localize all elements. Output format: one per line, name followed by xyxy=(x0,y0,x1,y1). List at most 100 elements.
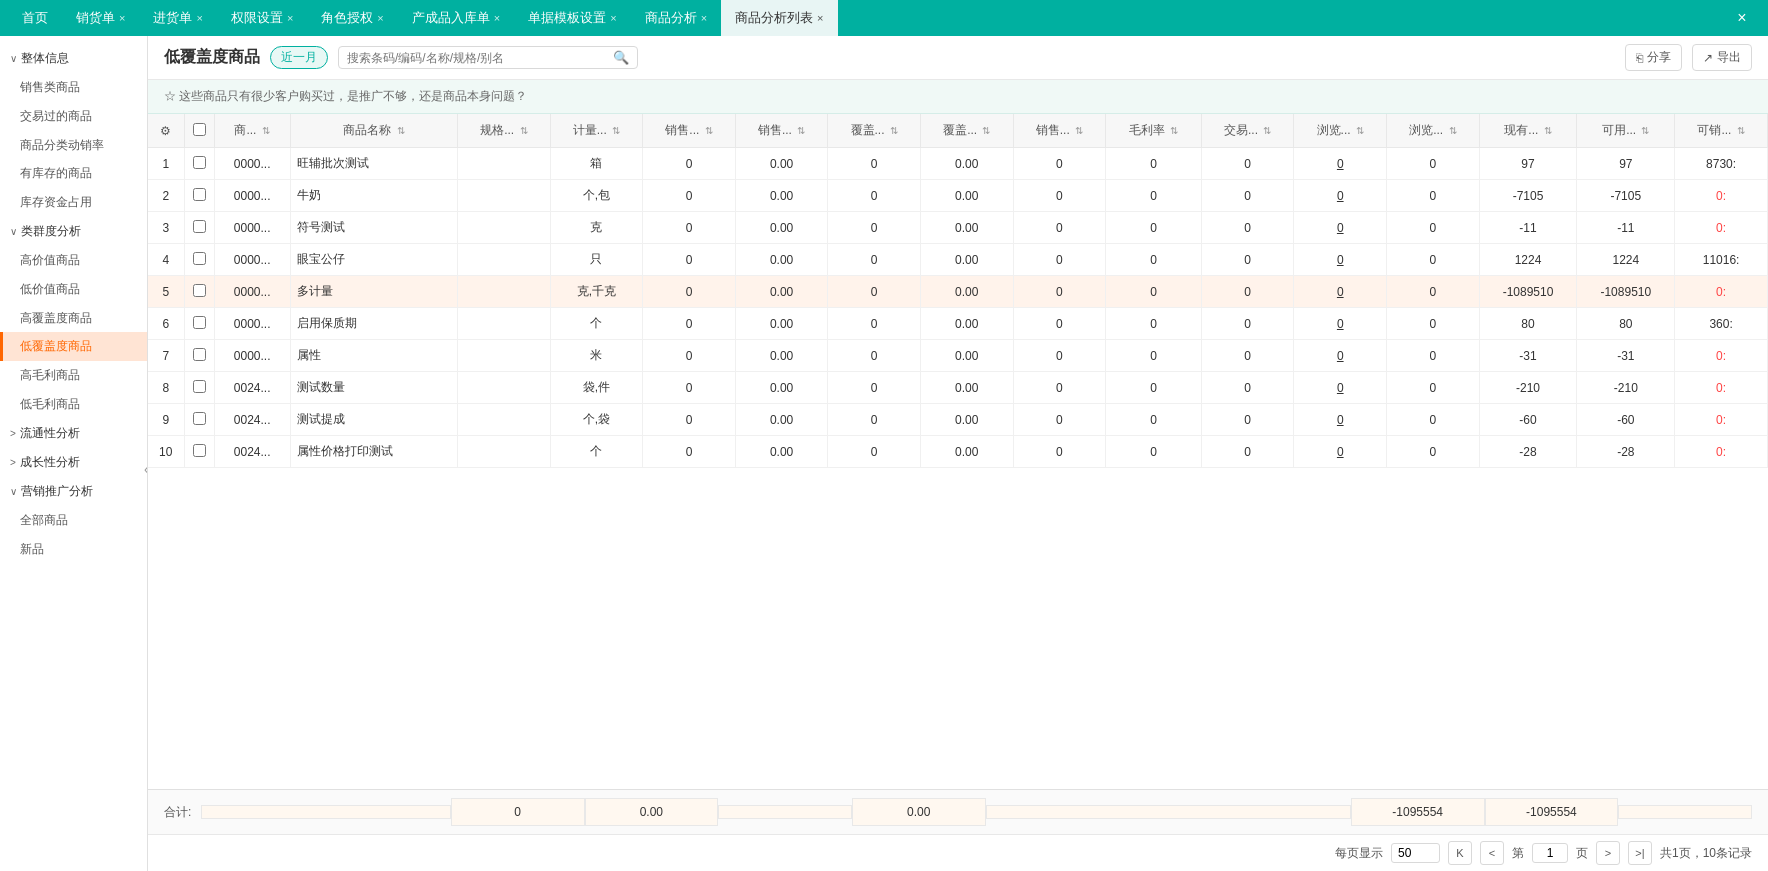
sidebar-item-all-products[interactable]: 全部商品 xyxy=(0,506,147,535)
nav-close-analysis[interactable]: × xyxy=(701,0,707,36)
th-sales3[interactable]: 销售... ⇅ xyxy=(1013,114,1106,148)
row-browse1[interactable]: 0 xyxy=(1294,372,1387,404)
th-sales-qty[interactable]: 销售... ⇅ xyxy=(643,114,736,148)
nav-finished-goods[interactable]: 产成品入库单 × xyxy=(398,0,514,36)
nav-home[interactable]: 首页 xyxy=(8,0,62,36)
sidebar-section-overall[interactable]: ∨ 整体信息 xyxy=(0,44,147,73)
th-spec[interactable]: 规格... ⇅ xyxy=(458,114,551,148)
row-browse1[interactable]: 0 xyxy=(1294,436,1387,468)
sidebar-item-high-value[interactable]: 高价值商品 xyxy=(0,246,147,275)
nav-close-analysis-list[interactable]: × xyxy=(817,0,823,36)
row-checkbox-cell[interactable] xyxy=(184,276,214,308)
prev-page-button[interactable]: < xyxy=(1480,841,1504,865)
page-size-select[interactable]: 50 20 100 xyxy=(1391,843,1440,863)
row-checkbox-cell[interactable] xyxy=(184,436,214,468)
th-saleable[interactable]: 可销... ⇅ xyxy=(1675,114,1768,148)
row-browse1[interactable]: 0 xyxy=(1294,244,1387,276)
export-button[interactable]: ↗ 导出 xyxy=(1692,44,1752,71)
th-name[interactable]: 商品名称 ⇅ xyxy=(290,114,457,148)
sidebar-item-stock-capital[interactable]: 库存资金占用 xyxy=(0,188,147,217)
nav-product-analysis-list[interactable]: 商品分析列表 × xyxy=(721,0,837,36)
sidebar-item-sales-products[interactable]: 销售类商品 xyxy=(0,73,147,102)
row-checkbox-cell[interactable] xyxy=(184,372,214,404)
th-profit-rate[interactable]: 毛利率 ⇅ xyxy=(1106,114,1202,148)
select-all-checkbox[interactable] xyxy=(193,123,206,136)
nav-permission-settings[interactable]: 权限设置 × xyxy=(217,0,307,36)
last-page-button[interactable]: >| xyxy=(1628,841,1652,865)
sidebar-section-marketing[interactable]: ∨ 营销推广分析 xyxy=(0,477,147,506)
row-checkbox[interactable] xyxy=(193,348,206,361)
nav-close-template[interactable]: × xyxy=(610,0,616,36)
row-browse1[interactable]: 0 xyxy=(1294,148,1387,180)
sidebar-item-high-profit[interactable]: 高毛利商品 xyxy=(0,361,147,390)
sidebar-item-category-turnover[interactable]: 商品分类动销率 xyxy=(0,131,147,160)
row-browse1[interactable]: 0 xyxy=(1294,212,1387,244)
th-cover1[interactable]: 覆盖... ⇅ xyxy=(828,114,921,148)
nav-purchase-order[interactable]: 进货单 × xyxy=(139,0,216,36)
th-trade[interactable]: 交易... ⇅ xyxy=(1201,114,1294,148)
search-input[interactable] xyxy=(347,51,609,65)
row-browse1[interactable]: 0 xyxy=(1294,404,1387,436)
th-code[interactable]: 商... ⇅ xyxy=(214,114,290,148)
row-browse1[interactable]: 0 xyxy=(1294,340,1387,372)
sidebar-collapse-button[interactable]: « xyxy=(138,454,148,484)
nav-template-settings[interactable]: 单据模板设置 × xyxy=(514,0,630,36)
sidebar-item-low-value[interactable]: 低价值商品 xyxy=(0,275,147,304)
nav-close-permission[interactable]: × xyxy=(287,0,293,36)
row-checkbox-cell[interactable] xyxy=(184,244,214,276)
th-current-stock[interactable]: 现有... ⇅ xyxy=(1479,114,1577,148)
nav-close-role[interactable]: × xyxy=(377,0,383,36)
row-saleable: 11016: xyxy=(1675,244,1768,276)
nav-role-auth[interactable]: 角色授权 × xyxy=(307,0,397,36)
row-browse1[interactable]: 0 xyxy=(1294,180,1387,212)
row-checkbox[interactable] xyxy=(193,188,206,201)
row-browse1[interactable]: 0 xyxy=(1294,308,1387,340)
nav-sales-order[interactable]: 销货单 × xyxy=(62,0,139,36)
sidebar-item-low-profit[interactable]: 低毛利商品 xyxy=(0,390,147,419)
window-close-button[interactable]: × xyxy=(1724,0,1760,36)
row-checkbox-cell[interactable] xyxy=(184,148,214,180)
row-checkbox[interactable] xyxy=(193,412,206,425)
row-checkbox[interactable] xyxy=(193,380,206,393)
share-button[interactable]: ⎗ 分享 xyxy=(1625,44,1682,71)
sidebar-item-low-coverage[interactable]: 低覆盖度商品 xyxy=(0,332,147,361)
table-container[interactable]: ⚙ 商... ⇅ 商品名称 ⇅ 规格... ⇅ 计量... ⇅ 销售... ⇅ … xyxy=(148,114,1768,789)
th-browse2[interactable]: 浏览... ⇅ xyxy=(1387,114,1480,148)
row-checkbox-cell[interactable] xyxy=(184,340,214,372)
sidebar-item-traded-products[interactable]: 交易过的商品 xyxy=(0,102,147,131)
row-checkbox[interactable] xyxy=(193,316,206,329)
row-checkbox-cell[interactable] xyxy=(184,212,214,244)
row-checkbox[interactable] xyxy=(193,156,206,169)
page-number-input[interactable] xyxy=(1532,843,1568,863)
sidebar-section-cluster[interactable]: ∨ 类群度分析 xyxy=(0,217,147,246)
sidebar-item-stock-products[interactable]: 有库存的商品 xyxy=(0,159,147,188)
sidebar-section-growth[interactable]: > 成长性分析 xyxy=(0,448,147,477)
row-checkbox[interactable] xyxy=(193,284,206,297)
th-cover2[interactable]: 覆盖... ⇅ xyxy=(921,114,1014,148)
row-checkbox[interactable] xyxy=(193,220,206,233)
row-checkbox[interactable] xyxy=(193,444,206,457)
row-checkbox-cell[interactable] xyxy=(184,180,214,212)
th-unit[interactable]: 计量... ⇅ xyxy=(550,114,643,148)
th-checkbox[interactable] xyxy=(184,114,214,148)
nav-product-analysis[interactable]: 商品分析 × xyxy=(631,0,721,36)
nav-close-purchase[interactable]: × xyxy=(196,0,202,36)
sidebar-item-high-coverage[interactable]: 高覆盖度商品 xyxy=(0,304,147,333)
row-browse1[interactable]: 0 xyxy=(1294,276,1387,308)
first-page-button[interactable]: K xyxy=(1448,841,1472,865)
row-profit-rate: 0 xyxy=(1106,372,1202,404)
sidebar-section-liquidity[interactable]: > 流通性分析 xyxy=(0,419,147,448)
th-settings[interactable]: ⚙ xyxy=(148,114,184,148)
next-page-button[interactable]: > xyxy=(1596,841,1620,865)
th-available[interactable]: 可用... ⇅ xyxy=(1577,114,1675,148)
row-cover2: 0.00 xyxy=(921,212,1014,244)
th-sales-amt[interactable]: 销售... ⇅ xyxy=(735,114,828,148)
period-button[interactable]: 近一月 xyxy=(270,46,328,69)
nav-close-sales[interactable]: × xyxy=(119,0,125,36)
nav-close-finished[interactable]: × xyxy=(494,0,500,36)
row-checkbox-cell[interactable] xyxy=(184,404,214,436)
th-browse1[interactable]: 浏览... ⇅ xyxy=(1294,114,1387,148)
sidebar-item-new-products[interactable]: 新品 xyxy=(0,535,147,564)
row-checkbox[interactable] xyxy=(193,252,206,265)
row-checkbox-cell[interactable] xyxy=(184,308,214,340)
